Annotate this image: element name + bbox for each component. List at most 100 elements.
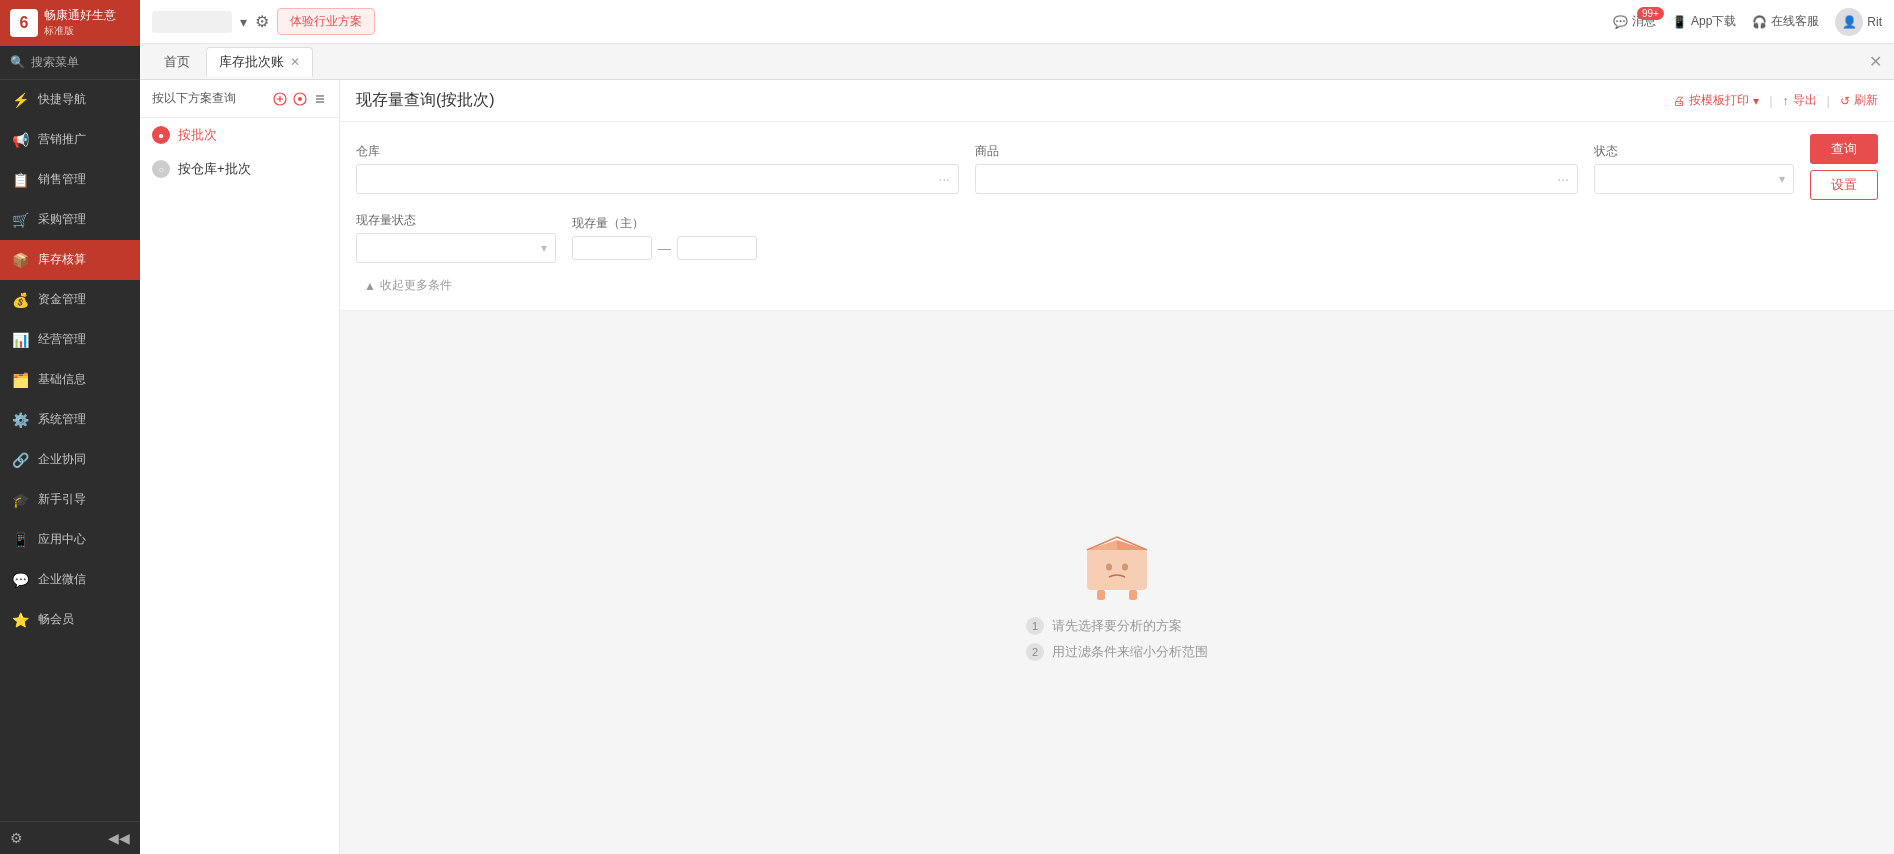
- status-label: 状态: [1594, 143, 1794, 160]
- app-download-label: App下载: [1691, 13, 1736, 30]
- stock-quantity-field: 现存量（主） —: [572, 215, 772, 260]
- svg-rect-13: [1097, 590, 1105, 600]
- filter-header: 按以下方案查询: [140, 80, 339, 118]
- dropdown-icon[interactable]: ▾: [240, 14, 247, 30]
- online-service-btn[interactable]: 🎧 在线客服: [1752, 13, 1819, 30]
- sidebar-item-operations[interactable]: 📊 经营管理: [0, 320, 140, 360]
- settings-button[interactable]: ⚙: [10, 830, 23, 846]
- sidebar-item-label: 企业微信: [38, 571, 86, 588]
- sidebar-search[interactable]: 🔍 搜索菜单: [0, 46, 140, 80]
- sidebar-item-newbie[interactable]: 🎓 新手引导: [0, 480, 140, 520]
- empty-tips: 1 请先选择要分析的方案 2 用过滤条件来缩小分析范围: [1026, 617, 1208, 661]
- experience-btn[interactable]: 体验行业方案: [277, 8, 375, 35]
- sidebar-item-vip[interactable]: ⭐ 畅会员: [0, 600, 140, 640]
- manage-filter-btn[interactable]: [293, 92, 307, 106]
- query-actions: 查询 设置: [1810, 134, 1878, 202]
- sidebar-item-inventory[interactable]: 📦 库存核算: [0, 240, 140, 280]
- divider2: |: [1827, 93, 1830, 108]
- newbie-icon: 🎓: [10, 490, 30, 510]
- refresh-btn[interactable]: ↺ 刷新: [1840, 92, 1878, 109]
- sidebar-item-label: 基础信息: [38, 371, 86, 388]
- sidebar-item-label: 新手引导: [38, 491, 86, 508]
- message-icon: 💬: [1613, 15, 1628, 29]
- query-btn[interactable]: 查询: [1810, 134, 1878, 164]
- quantity-to-input[interactable]: [677, 236, 757, 260]
- stock-status-field: 现存量状态 ▾: [356, 212, 556, 263]
- sidebar-item-label: 资金管理: [38, 291, 86, 308]
- stock-status-select[interactable]: ▾: [356, 233, 556, 263]
- app-title: 畅康通好生意 标准版: [44, 8, 116, 38]
- stock-quantity-label: 现存量（主）: [572, 215, 772, 232]
- online-service-label: 在线客服: [1771, 13, 1819, 30]
- headset-icon: 🎧: [1752, 15, 1767, 29]
- print-icon: 🖨: [1673, 94, 1685, 108]
- purchase-icon: 🛒: [10, 210, 30, 230]
- content-area: 按以下方案查询: [140, 80, 1894, 854]
- warehouse-dots[interactable]: ···: [938, 171, 950, 187]
- filter-panel: 按以下方案查询: [140, 80, 340, 854]
- collapse-filter-btn[interactable]: [313, 92, 327, 106]
- messages-btn[interactable]: 💬 消息 99+: [1613, 13, 1656, 30]
- breadcrumb-input[interactable]: [152, 11, 232, 33]
- product-dots[interactable]: ···: [1557, 171, 1569, 187]
- tab-home-label: 首页: [164, 53, 190, 71]
- empty-state: 1 请先选择要分析的方案 2 用过滤条件来缩小分析范围: [340, 311, 1894, 854]
- svg-point-11: [1106, 563, 1112, 570]
- tab-close-btn[interactable]: ✕: [290, 55, 300, 69]
- tip-text-1: 请先选择要分析的方案: [1052, 617, 1182, 635]
- product-field: 商品 ···: [975, 143, 1578, 194]
- add-filter-btn[interactable]: [273, 92, 287, 106]
- topbar-left: ▾ ⚙ 体验行业方案: [152, 8, 1603, 35]
- sidebar-item-label: 畅会员: [38, 611, 74, 628]
- quantity-from-input[interactable]: [572, 236, 652, 260]
- warehouse-input-wrap[interactable]: ···: [356, 164, 959, 194]
- filter-item-warehouse-batch[interactable]: ○ 按仓库+批次: [140, 152, 339, 186]
- print-dropdown-icon[interactable]: ▾: [1753, 94, 1759, 108]
- sidebar-item-basic[interactable]: 🗂️ 基础信息: [0, 360, 140, 400]
- page-title: 现存量查询(按批次): [356, 90, 495, 111]
- app-logo: 6: [10, 9, 38, 37]
- sidebar-item-wechat[interactable]: 💬 企业微信: [0, 560, 140, 600]
- tab-home[interactable]: 首页: [152, 47, 202, 77]
- user-menu[interactable]: 👤 Rit: [1835, 8, 1882, 36]
- sidebar-item-apps[interactable]: 📱 应用中心: [0, 520, 140, 560]
- export-icon: ↑: [1783, 94, 1789, 108]
- app-download-btn[interactable]: 📱 App下载: [1672, 13, 1736, 30]
- settings-btn[interactable]: 设置: [1810, 170, 1878, 200]
- export-btn[interactable]: ↑ 导出: [1783, 92, 1817, 109]
- filter-header-actions: [273, 92, 327, 106]
- filter-dot-active: ●: [152, 126, 170, 144]
- refresh-icon: ↺: [1840, 94, 1850, 108]
- print-btn[interactable]: 🖨 按模板打印 ▾: [1673, 92, 1759, 109]
- page-header-actions: 🖨 按模板打印 ▾ | ↑ 导出 | ↺ 刷新: [1673, 92, 1878, 109]
- empty-illustration: [1067, 505, 1167, 605]
- collapse-more-btn[interactable]: ▲ 收起更多条件: [356, 273, 1878, 298]
- svg-rect-14: [1129, 590, 1137, 600]
- tab-panel-close-btn[interactable]: ✕: [1869, 52, 1882, 71]
- sidebar-item-label: 采购管理: [38, 211, 86, 228]
- inventory-icon: 📦: [10, 250, 30, 270]
- filter-item-batch[interactable]: ● 按批次: [140, 118, 339, 152]
- topbar-settings-icon[interactable]: ⚙: [255, 12, 269, 31]
- sidebar-item-marketing[interactable]: 📢 营销推广: [0, 120, 140, 160]
- sidebar-item-purchase[interactable]: 🛒 采购管理: [0, 200, 140, 240]
- svg-rect-8: [1087, 550, 1147, 590]
- basic-icon: 🗂️: [10, 370, 30, 390]
- sidebar-item-system[interactable]: ⚙️ 系统管理: [0, 400, 140, 440]
- product-input-wrap[interactable]: ···: [975, 164, 1578, 194]
- page-header: 现存量查询(按批次) 🖨 按模板打印 ▾ | ↑ 导出 | ↺: [340, 80, 1894, 122]
- sidebar-item-cooperation[interactable]: 🔗 企业协同: [0, 440, 140, 480]
- sidebar-item-sales[interactable]: 📋 销售管理: [0, 160, 140, 200]
- sidebar-item-finance[interactable]: 💰 资金管理: [0, 280, 140, 320]
- warehouse-input[interactable]: [365, 172, 932, 186]
- sidebar-header: 6 畅康通好生意 标准版: [0, 0, 140, 46]
- collapse-label: 收起更多条件: [380, 277, 452, 294]
- status-select[interactable]: ▾: [1594, 164, 1794, 194]
- product-input[interactable]: [984, 172, 1551, 186]
- collapse-sidebar-button[interactable]: ◀◀: [108, 830, 130, 846]
- sidebar-item-quicknav[interactable]: ⚡ 快捷导航: [0, 80, 140, 120]
- main-content: 现存量查询(按批次) 🖨 按模板打印 ▾ | ↑ 导出 | ↺: [340, 80, 1894, 854]
- tip-num-2: 2: [1026, 643, 1044, 661]
- main-area: ▾ ⚙ 体验行业方案 💬 消息 99+ 📱 App下载 🎧 在线客服 👤: [140, 0, 1894, 854]
- tab-inventory-batch[interactable]: 库存批次账 ✕: [206, 47, 313, 77]
